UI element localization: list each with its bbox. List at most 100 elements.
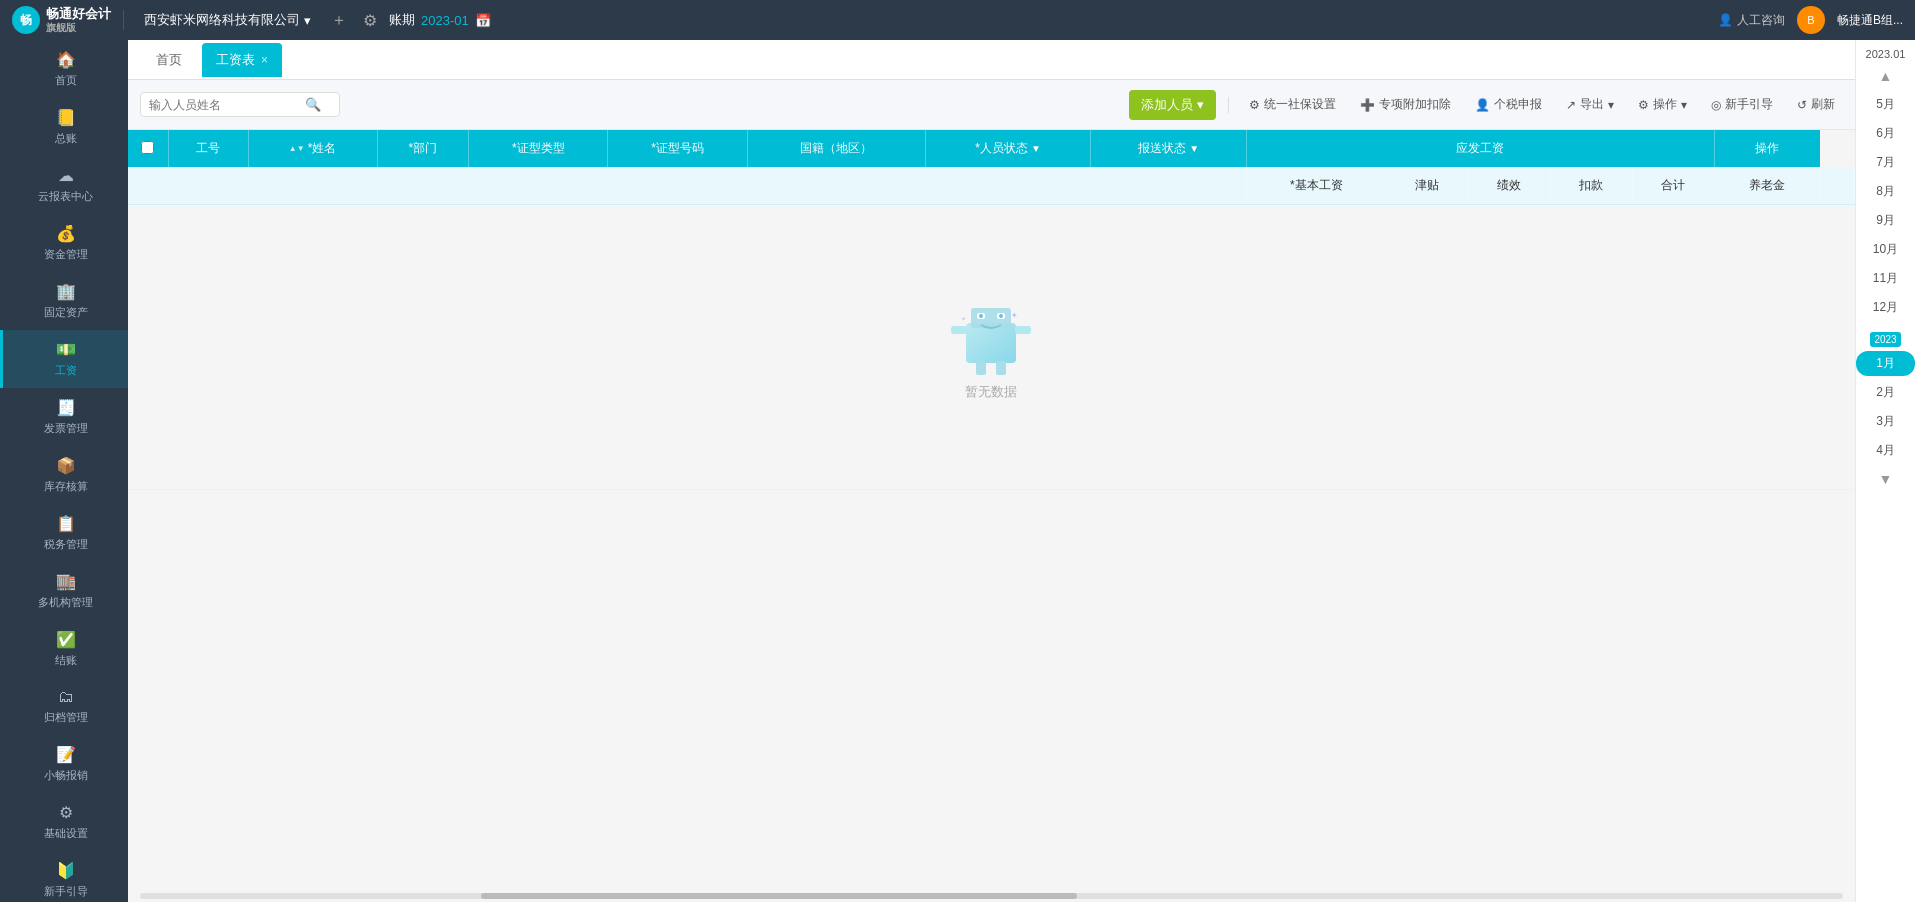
sidebar-item-multi[interactable]: 🏬 多机构管理 [0,562,128,620]
social-settings-button[interactable]: ⚙ 统一社保设置 [1241,92,1344,117]
sidebar-item-label: 库存核算 [44,479,88,494]
search-box[interactable]: 🔍 [140,92,340,117]
month-item-2[interactable]: 2月 [1856,380,1915,405]
guide-button[interactable]: ◎ 新手引导 [1703,92,1781,117]
cloud-icon: ☁ [58,166,74,185]
sidebar-item-label: 税务管理 [44,537,88,552]
company-selector[interactable]: 西安虾米网络科技有限公司 ▾ [136,7,319,33]
service-icon: 👤 [1718,13,1733,27]
th-number: 工号 [168,130,248,167]
sidebar-item-inventory[interactable]: 📦 库存核算 [0,446,128,504]
tax-icon: 📋 [56,514,76,533]
current-period: 2023.01 [1866,48,1906,60]
social-settings-icon: ⚙ [1249,98,1260,112]
top-right-area: 👤 人工咨询 B 畅捷通B组... [1718,6,1903,34]
month-item-11[interactable]: 11月 [1856,266,1915,291]
sidebar: 🏠 首页 📒 总账 ☁ 云报表中心 💰 资金管理 🏢 固定资产 💵 工资 [0,40,128,902]
month-item-9[interactable]: 9月 [1856,208,1915,233]
th-allowance: 津贴 [1386,167,1468,205]
th-performance: 绩效 [1468,167,1550,205]
sidebar-item-invoice[interactable]: 🧾 发票管理 [0,388,128,446]
month-item-12[interactable]: 12月 [1856,295,1915,320]
export-icon: ↗ [1566,98,1576,112]
panel-nav-down[interactable]: ▼ [1875,467,1897,491]
ledger-icon: 📒 [56,108,76,127]
settings-icon[interactable]: ⚙ [359,9,381,32]
month-item-8[interactable]: 8月 [1856,179,1915,204]
search-icon[interactable]: 🔍 [305,97,321,112]
avatar[interactable]: B [1797,6,1825,34]
sidebar-item-archive[interactable]: 🗂 归档管理 [0,678,128,735]
salary-icon: 💵 [56,340,76,359]
special-deduct-icon: ➕ [1360,98,1375,112]
home-icon: 🏠 [56,50,76,69]
tab-home[interactable]: 首页 [140,43,198,77]
refresh-icon: ↺ [1797,98,1807,112]
sidebar-item-assets[interactable]: 🏢 固定资产 [0,272,128,330]
search-input[interactable] [149,98,299,112]
th-checkbox[interactable] [128,130,168,167]
sidebar-item-label: 小畅报销 [44,768,88,783]
sidebar-item-guide[interactable]: 🔰 新手引导 [0,851,128,902]
period-value: 2023-01 [421,13,469,28]
sidebar-item-tax[interactable]: 📋 税务管理 [0,504,128,562]
sidebar-item-settings[interactable]: ⚙ 基础设置 [0,793,128,851]
operation-button[interactable]: ⚙ 操作 ▾ [1630,92,1695,117]
scrollbar-thumb[interactable] [481,893,1077,899]
sidebar-item-salary[interactable]: 💵 工资 [0,330,128,388]
sidebar-item-cloud[interactable]: ☁ 云报表中心 [0,156,128,214]
th-salary-group: 应发工资 [1247,130,1715,167]
special-deduct-button[interactable]: ➕ 专项附加扣除 [1352,92,1459,117]
sidebar-item-label: 固定资产 [44,305,88,320]
operation-icon: ⚙ [1638,98,1649,112]
svg-point-4 [979,314,983,318]
add-icon[interactable]: ＋ [327,8,351,33]
th-deduct: 扣款 [1550,167,1632,205]
guide-toolbar-icon: ◎ [1711,98,1721,112]
table-area: 工号 ▲▼ *姓名 *部门 *证型类型 *证型号码 国籍（地区） [128,130,1855,890]
tab-close-icon[interactable]: × [261,53,268,67]
report-status-filter-icon[interactable]: ▼ [1189,143,1199,154]
personal-tax-button[interactable]: 👤 个税申报 [1467,92,1550,117]
sidebar-item-expense[interactable]: 📝 小畅报销 [0,735,128,793]
month-item-10[interactable]: 10月 [1856,237,1915,262]
sidebar-item-home[interactable]: 🏠 首页 [0,40,128,98]
month-item-7[interactable]: 7月 [1856,150,1915,175]
panel-nav-up[interactable]: ▲ [1875,64,1897,88]
main-area: 🏠 首页 📒 总账 ☁ 云报表中心 💰 资金管理 🏢 固定资产 💵 工资 [0,40,1915,902]
guide-label: 新手引导 [1725,96,1773,113]
user-name: 畅捷通B组... [1837,12,1903,29]
tab-salary[interactable]: 工资表 × [202,43,282,77]
sidebar-item-settle[interactable]: ✅ 结账 [0,620,128,678]
month-item-3[interactable]: 3月 [1856,409,1915,434]
name-sort-icon[interactable]: ▲▼ [289,145,305,153]
personal-tax-label: 个税申报 [1494,96,1542,113]
tab-salary-label: 工资表 [216,51,255,69]
calendar-icon[interactable]: 📅 [475,13,491,28]
add-person-button[interactable]: 添加人员 ▾ [1129,90,1216,120]
sidebar-item-ledger[interactable]: 📒 总账 [0,98,128,156]
empty-state-icon: ✦ ✦ [941,293,1041,383]
settle-icon: ✅ [56,630,76,649]
company-name: 西安虾米网络科技有限公司 [144,11,300,29]
svg-text:✦: ✦ [1011,311,1018,320]
service-label: 人工咨询 [1737,12,1785,29]
app-name: 畅通好会计 [46,6,111,22]
month-item-5[interactable]: 5月 [1856,92,1915,117]
month-item-4[interactable]: 4月 [1856,438,1915,463]
refresh-button[interactable]: ↺ 刷新 [1789,92,1843,117]
refresh-label: 刷新 [1811,96,1835,113]
social-settings-label: 统一社保设置 [1264,96,1336,113]
horizontal-scrollbar[interactable] [128,890,1855,902]
month-item-1[interactable]: 1月 [1856,351,1915,376]
service-button[interactable]: 👤 人工咨询 [1718,12,1785,29]
sidebar-item-finance[interactable]: 💰 资金管理 [0,214,128,272]
right-panel: 2023.01 ▲ 5月 6月 7月 8月 9月 10月 11月 12月 202… [1855,40,1915,902]
th-person-status: *人员状态 ▼ [926,130,1091,167]
empty-text: 暂无数据 [965,383,1017,401]
month-item-6[interactable]: 6月 [1856,121,1915,146]
select-all-checkbox[interactable] [141,141,154,154]
export-button[interactable]: ↗ 导出 ▾ [1558,92,1622,117]
top-bar: 畅 畅通好会计 旗舰版 西安虾米网络科技有限公司 ▾ ＋ ⚙ 账期 2023-0… [0,0,1915,40]
person-status-filter-icon[interactable]: ▼ [1031,143,1041,154]
